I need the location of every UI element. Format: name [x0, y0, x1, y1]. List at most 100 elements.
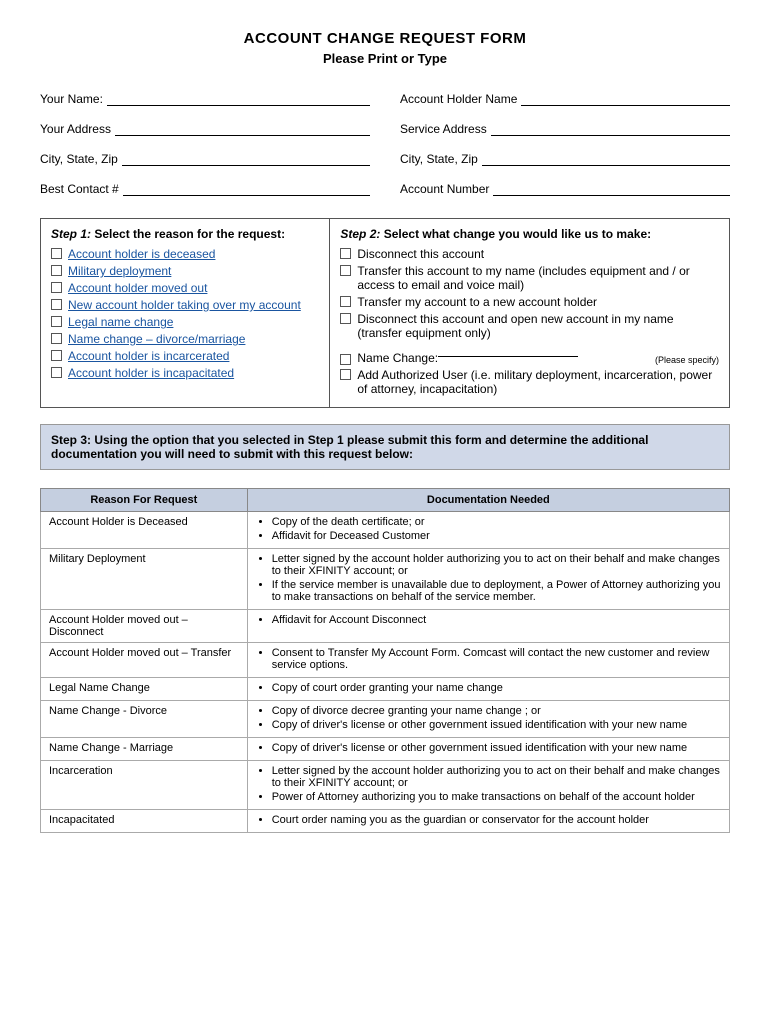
checkbox-name-change[interactable]	[340, 354, 351, 365]
steps-table: Step 1: Select the reason for the reques…	[40, 218, 730, 408]
your-address-field: Your Address	[40, 120, 370, 136]
list-item: Account holder moved out	[51, 281, 319, 295]
documentation-table: Reason For Request Documentation Needed …	[40, 488, 730, 833]
best-contact-input[interactable]	[123, 180, 370, 196]
list-item: New account holder taking over my accoun…	[51, 298, 319, 312]
list-item: Military deployment	[51, 264, 319, 278]
step3-box: Step 3: Using the option that you select…	[40, 424, 730, 470]
step2-item-2: Transfer my account to a new account hol…	[357, 295, 597, 309]
checkbox-transfer-holder[interactable]	[340, 296, 351, 307]
step1-item-3[interactable]: New account holder taking over my accoun…	[68, 298, 301, 312]
list-item: Consent to Transfer My Account Form. Com…	[272, 647, 721, 671]
page-subtitle: Please Print or Type	[40, 51, 730, 66]
city-state-zip-input2[interactable]	[482, 150, 730, 166]
service-address-label: Service Address	[400, 122, 487, 136]
checkbox-incapacitated[interactable]	[51, 367, 62, 378]
list-item: Add Authorized User (i.e. military deplo…	[340, 368, 719, 396]
checkbox-authorized-user[interactable]	[340, 369, 351, 380]
list-item: Affidavit for Deceased Customer	[272, 530, 721, 542]
list-item: Power of Attorney authorizing you to mak…	[272, 791, 721, 803]
step2-item-0: Disconnect this account	[357, 247, 484, 261]
step1-header: Step 1: Select the reason for the reques…	[51, 227, 319, 241]
doc-table-col2-header: Documentation Needed	[247, 489, 729, 512]
account-holder-name-input[interactable]	[521, 90, 730, 106]
checkbox-military[interactable]	[51, 265, 62, 276]
step1-item-4[interactable]: Legal name change	[68, 315, 173, 329]
list-item: Account holder is incapacitated	[51, 366, 319, 380]
doc-table-docs: Copy of the death certificate; or Affidav…	[247, 512, 729, 549]
account-number-input[interactable]	[493, 180, 730, 196]
list-item: If the service member is unavailable due…	[272, 579, 721, 603]
step1-item-2[interactable]: Account holder moved out	[68, 281, 207, 295]
step1-item-1[interactable]: Military deployment	[68, 264, 171, 278]
checkbox-new-holder[interactable]	[51, 299, 62, 310]
city-state-zip-field2: City, State, Zip	[400, 150, 730, 166]
doc-table-docs: Copy of court order granting your name c…	[247, 678, 729, 701]
doc-table-reason: Name Change - Marriage	[41, 738, 248, 761]
best-contact-field: Best Contact #	[40, 180, 370, 196]
list-item: Legal name change	[51, 315, 319, 329]
doc-table-reason: Account Holder moved out – Disconnect	[41, 610, 248, 643]
checkbox-open-new[interactable]	[340, 313, 351, 324]
list-item: Transfer my account to a new account hol…	[340, 295, 719, 309]
account-number-label: Account Number	[400, 182, 489, 196]
step1-item-5[interactable]: Name change – divorce/marriage	[68, 332, 245, 346]
step1-cell: Step 1: Select the reason for the reques…	[41, 219, 330, 408]
service-address-input[interactable]	[491, 120, 730, 136]
list-item: Letter signed by the account holder auth…	[272, 553, 721, 577]
doc-table-reason: Legal Name Change	[41, 678, 248, 701]
name-change-input[interactable]	[438, 343, 578, 357]
fields-section: Your Name: Account Holder Name Your Addr…	[40, 90, 730, 196]
checkbox-deceased[interactable]	[51, 248, 62, 259]
doc-table-reason: Incarceration	[41, 761, 248, 810]
best-contact-label: Best Contact #	[40, 182, 119, 196]
account-holder-name-label: Account Holder Name	[400, 92, 517, 106]
step2-list: Disconnect this account Transfer this ac…	[340, 247, 719, 396]
list-item: Copy of driver's license or other govern…	[272, 719, 721, 731]
doc-table-docs: Consent to Transfer My Account Form. Com…	[247, 643, 729, 678]
city-state-zip-label2: City, State, Zip	[400, 152, 478, 166]
city-state-zip-field1: City, State, Zip	[40, 150, 370, 166]
doc-table-reason: Account Holder is Deceased	[41, 512, 248, 549]
city-state-zip-label1: City, State, Zip	[40, 152, 118, 166]
list-item: Copy of the death certificate; or	[272, 516, 721, 528]
checkbox-disconnect[interactable]	[340, 248, 351, 259]
checkbox-moved-out[interactable]	[51, 282, 62, 293]
service-address-field: Service Address	[400, 120, 730, 136]
doc-table-docs: Copy of divorce decree granting your nam…	[247, 701, 729, 738]
doc-table-reason: Name Change - Divorce	[41, 701, 248, 738]
your-address-label: Your Address	[40, 122, 111, 136]
list-item: Court order naming you as the guardian o…	[272, 814, 721, 826]
doc-table-docs: Letter signed by the account holder auth…	[247, 549, 729, 610]
checkbox-legal-name[interactable]	[51, 316, 62, 327]
your-address-input[interactable]	[115, 120, 370, 136]
step1-item-6[interactable]: Account holder is incarcerated	[68, 349, 229, 363]
list-item: Disconnect this account	[340, 247, 719, 261]
step2-item-1: Transfer this account to my name (includ…	[357, 264, 719, 292]
step1-list: Account holder is deceased Military depl…	[51, 247, 319, 380]
list-item: Copy of court order granting your name c…	[272, 682, 721, 694]
list-item: Disconnect this account and open new acc…	[340, 312, 719, 340]
step1-item-0[interactable]: Account holder is deceased	[68, 247, 215, 261]
checkbox-incarcerated[interactable]	[51, 350, 62, 361]
city-state-zip-input1[interactable]	[122, 150, 370, 166]
list-item: Transfer this account to my name (includ…	[340, 264, 719, 292]
step2-item-4: Name Change:	[357, 351, 438, 365]
list-item: Affidavit for Account Disconnect	[272, 614, 721, 626]
your-name-input[interactable]	[107, 90, 370, 106]
account-number-field: Account Number	[400, 180, 730, 196]
step2-header: Step 2: Select what change you would lik…	[340, 227, 719, 241]
doc-table-docs: Court order naming you as the guardian o…	[247, 810, 729, 833]
step2-item-5: Add Authorized User (i.e. military deplo…	[357, 368, 719, 396]
step1-item-7[interactable]: Account holder is incapacitated	[68, 366, 234, 380]
checkbox-divorce[interactable]	[51, 333, 62, 344]
list-item: Name change – divorce/marriage	[51, 332, 319, 346]
your-name-field: Your Name:	[40, 90, 370, 106]
list-item: Account holder is incarcerated	[51, 349, 319, 363]
list-item: Copy of divorce decree granting your nam…	[272, 705, 721, 717]
doc-table-reason: Account Holder moved out – Transfer	[41, 643, 248, 678]
checkbox-transfer-name[interactable]	[340, 265, 351, 276]
list-item: Letter signed by the account holder auth…	[272, 765, 721, 789]
doc-table-docs: Affidavit for Account Disconnect	[247, 610, 729, 643]
account-holder-name-field: Account Holder Name	[400, 90, 730, 106]
